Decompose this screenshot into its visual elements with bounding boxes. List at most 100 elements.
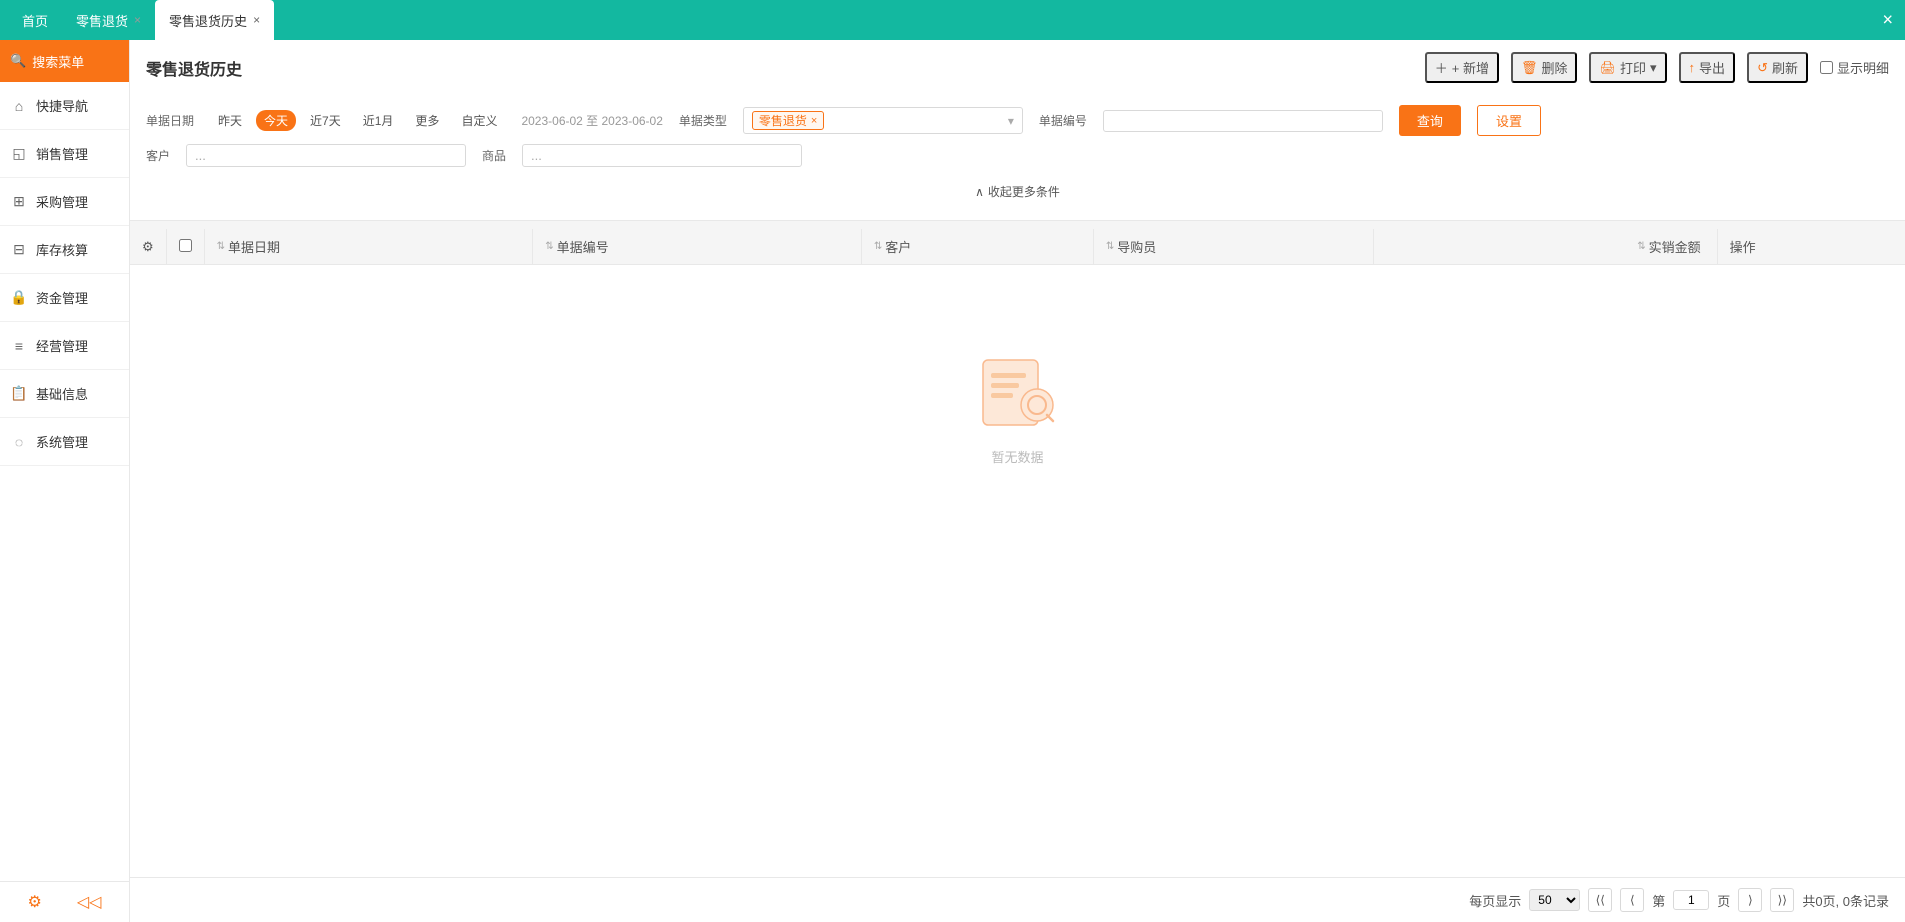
page-input[interactable] bbox=[1673, 890, 1709, 910]
th-settings[interactable]: ⚙ bbox=[130, 229, 166, 265]
next-page-btn[interactable]: ⟩ bbox=[1738, 888, 1762, 912]
sidebar-item-inventory[interactable]: ⊟ 库存核算 bbox=[0, 226, 129, 274]
basic-info-icon: 📋 bbox=[10, 385, 28, 403]
collapse-icon: ∧ bbox=[975, 185, 984, 199]
sidebar-item-purchase[interactable]: ⊞ 采购管理 bbox=[0, 178, 129, 226]
first-page-btn[interactable]: ⟨⟨ bbox=[1588, 888, 1612, 912]
content-area: 零售退货历史 ＋ + 新增 🗑 删除 🖨 打印 ▾ bbox=[130, 40, 1905, 922]
page-title: 零售退货历史 bbox=[146, 56, 242, 80]
bill-type-label: 单据类型 bbox=[679, 112, 727, 129]
setup-button[interactable]: 设置 bbox=[1477, 105, 1541, 136]
operations-icon: ≡ bbox=[10, 337, 28, 355]
sort-icon: ⇅ bbox=[1637, 241, 1645, 252]
bill-no-input[interactable] bbox=[1103, 110, 1383, 132]
close-icon[interactable]: × bbox=[134, 13, 141, 27]
sort-icon: ⇅ bbox=[217, 241, 225, 252]
inventory-icon: ⊟ bbox=[10, 241, 28, 259]
query-button[interactable]: 查询 bbox=[1399, 105, 1461, 136]
customer-label: 客户 bbox=[146, 147, 170, 164]
refresh-button[interactable]: ↺ 刷新 bbox=[1747, 52, 1808, 83]
print-button[interactable]: 🖨 打印 ▾ bbox=[1589, 52, 1666, 83]
page-header: 零售退货历史 ＋ + 新增 🗑 删除 🖨 打印 ▾ bbox=[130, 40, 1905, 221]
collapse-button[interactable]: ∧ 收起更多条件 bbox=[963, 179, 1072, 204]
sidebar-item-system[interactable]: ◌ 系统管理 bbox=[0, 418, 129, 466]
customer-select[interactable]: ... bbox=[186, 144, 466, 167]
close-icon[interactable]: × bbox=[253, 13, 260, 27]
date-btn-custom[interactable]: 自定义 bbox=[453, 110, 505, 131]
sidebar-bottom: ⚙ ◁◁ bbox=[0, 881, 129, 922]
tab-retail-return[interactable]: 零售退货 × bbox=[62, 0, 155, 40]
system-icon: ◌ bbox=[10, 433, 28, 451]
date-btn-more[interactable]: 更多 bbox=[407, 110, 447, 131]
search-icon: 🔍 bbox=[10, 53, 26, 69]
bill-type-tag: 零售退货 × bbox=[752, 111, 824, 130]
sidebar: 🔍 搜索菜单 ⌂ 快捷导航 ◱ 销售管理 ⊞ 采购管理 ⊟ 库存核算 🔒 资金管… bbox=[0, 40, 130, 922]
th-checkbox[interactable] bbox=[166, 229, 204, 265]
date-btn-today[interactable]: 今天 bbox=[256, 110, 296, 131]
page-unit: 页 bbox=[1717, 891, 1730, 910]
date-btn-1month[interactable]: 近1月 bbox=[355, 110, 402, 131]
sidebar-search[interactable]: 🔍 搜索菜单 bbox=[0, 40, 129, 82]
customer-placeholder: ... bbox=[195, 148, 206, 163]
empty-state: 暂无数据 bbox=[130, 265, 1905, 546]
date-range: 2023-06-02 至 2023-06-02 bbox=[521, 112, 662, 129]
add-icon: ＋ bbox=[1435, 58, 1448, 77]
empty-text: 暂无数据 bbox=[991, 447, 1043, 466]
page-size-select[interactable]: 50 20 100 bbox=[1529, 889, 1580, 911]
top-bar: 首页 零售退货 × 零售退货历史 × × bbox=[0, 0, 1905, 40]
table-wrapper: ⚙ ⇅ 单据日期 ⇅ bbox=[130, 229, 1905, 877]
bill-type-dropdown-icon: ▾ bbox=[1008, 114, 1014, 128]
top-bar-close[interactable]: × bbox=[1882, 10, 1893, 31]
sidebar-item-finance[interactable]: 🔒 资金管理 bbox=[0, 274, 129, 322]
goods-select[interactable]: ... bbox=[522, 144, 802, 167]
page-label: 第 bbox=[1652, 891, 1665, 910]
th-operation: 操作 bbox=[1717, 229, 1905, 265]
bill-type-remove[interactable]: × bbox=[811, 115, 817, 127]
data-table: ⚙ ⇅ 单据日期 ⇅ bbox=[130, 229, 1905, 546]
sort-icon: ⇅ bbox=[1106, 241, 1114, 252]
date-btn-7days[interactable]: 近7天 bbox=[302, 110, 349, 131]
toolbar: ＋ + 新增 🗑 删除 🖨 打印 ▾ ↑ 导出 bbox=[1425, 52, 1889, 83]
sidebar-item-quick-nav[interactable]: ⌂ 快捷导航 bbox=[0, 82, 129, 130]
sidebar-item-sales[interactable]: ◱ 销售管理 bbox=[0, 130, 129, 178]
export-button[interactable]: ↑ 导出 bbox=[1679, 52, 1736, 83]
th-bill-no[interactable]: ⇅ 单据编号 bbox=[533, 229, 862, 265]
export-icon: ↑ bbox=[1689, 60, 1696, 75]
bill-no-label: 单据编号 bbox=[1039, 112, 1087, 129]
date-filter-label: 单据日期 bbox=[146, 112, 194, 129]
purchase-icon: ⊞ bbox=[10, 193, 28, 211]
sidebar-item-basic-info[interactable]: 📋 基础信息 bbox=[0, 370, 129, 418]
settings-bottom-icon[interactable]: ⚙ bbox=[28, 892, 42, 912]
finance-icon: 🔒 bbox=[10, 289, 28, 307]
print-dropdown-icon: ▾ bbox=[1650, 60, 1657, 76]
page-size-label: 每页显示 bbox=[1469, 891, 1521, 910]
date-btn-yesterday[interactable]: 昨天 bbox=[210, 110, 250, 131]
settings-icon[interactable]: ⚙ bbox=[142, 239, 154, 254]
date-filter: 昨天 今天 近7天 近1月 更多 自定义 bbox=[210, 110, 505, 131]
goods-label: 商品 bbox=[482, 147, 506, 164]
th-actual-amount[interactable]: ⇅ 实销金额 bbox=[1374, 229, 1718, 265]
sort-icon: ⇅ bbox=[545, 241, 553, 252]
th-customer[interactable]: ⇅ 客户 bbox=[861, 229, 1093, 265]
prev-page-btn[interactable]: ⟨ bbox=[1620, 888, 1644, 912]
pagination-bar: 每页显示 50 20 100 ⟨⟨ ⟨ 第 页 ⟩ ⟩⟩ 共0页, 0条记录 bbox=[130, 877, 1905, 922]
sales-icon: ◱ bbox=[10, 145, 28, 163]
filter-area: 单据日期 昨天 今天 近7天 近1月 更多 自定义 2023-06-02 至 2… bbox=[146, 95, 1889, 220]
audio-icon[interactable]: ◁◁ bbox=[77, 892, 102, 912]
add-button[interactable]: ＋ + 新增 bbox=[1425, 52, 1499, 83]
th-bill-date[interactable]: ⇅ 单据日期 bbox=[204, 229, 533, 265]
goods-placeholder: ... bbox=[531, 148, 542, 163]
tab-retail-return-history[interactable]: 零售退货历史 × bbox=[155, 0, 274, 40]
home-icon: ⌂ bbox=[10, 97, 28, 115]
tab-home[interactable]: 首页 bbox=[8, 0, 62, 40]
last-page-btn[interactable]: ⟩⟩ bbox=[1770, 888, 1794, 912]
delete-button[interactable]: 🗑 删除 bbox=[1511, 52, 1578, 83]
select-all-checkbox[interactable] bbox=[179, 239, 192, 252]
page-summary: 共0页, 0条记录 bbox=[1802, 891, 1889, 910]
refresh-icon: ↺ bbox=[1757, 60, 1768, 76]
sidebar-item-operations[interactable]: ≡ 经营管理 bbox=[0, 322, 129, 370]
show-detail-checkbox[interactable]: 显示明细 bbox=[1820, 58, 1889, 77]
bill-type-select[interactable]: 零售退货 × ▾ bbox=[743, 107, 1023, 134]
th-guide[interactable]: ⇅ 导购员 bbox=[1093, 229, 1373, 265]
delete-icon: 🗑 bbox=[1521, 60, 1538, 76]
